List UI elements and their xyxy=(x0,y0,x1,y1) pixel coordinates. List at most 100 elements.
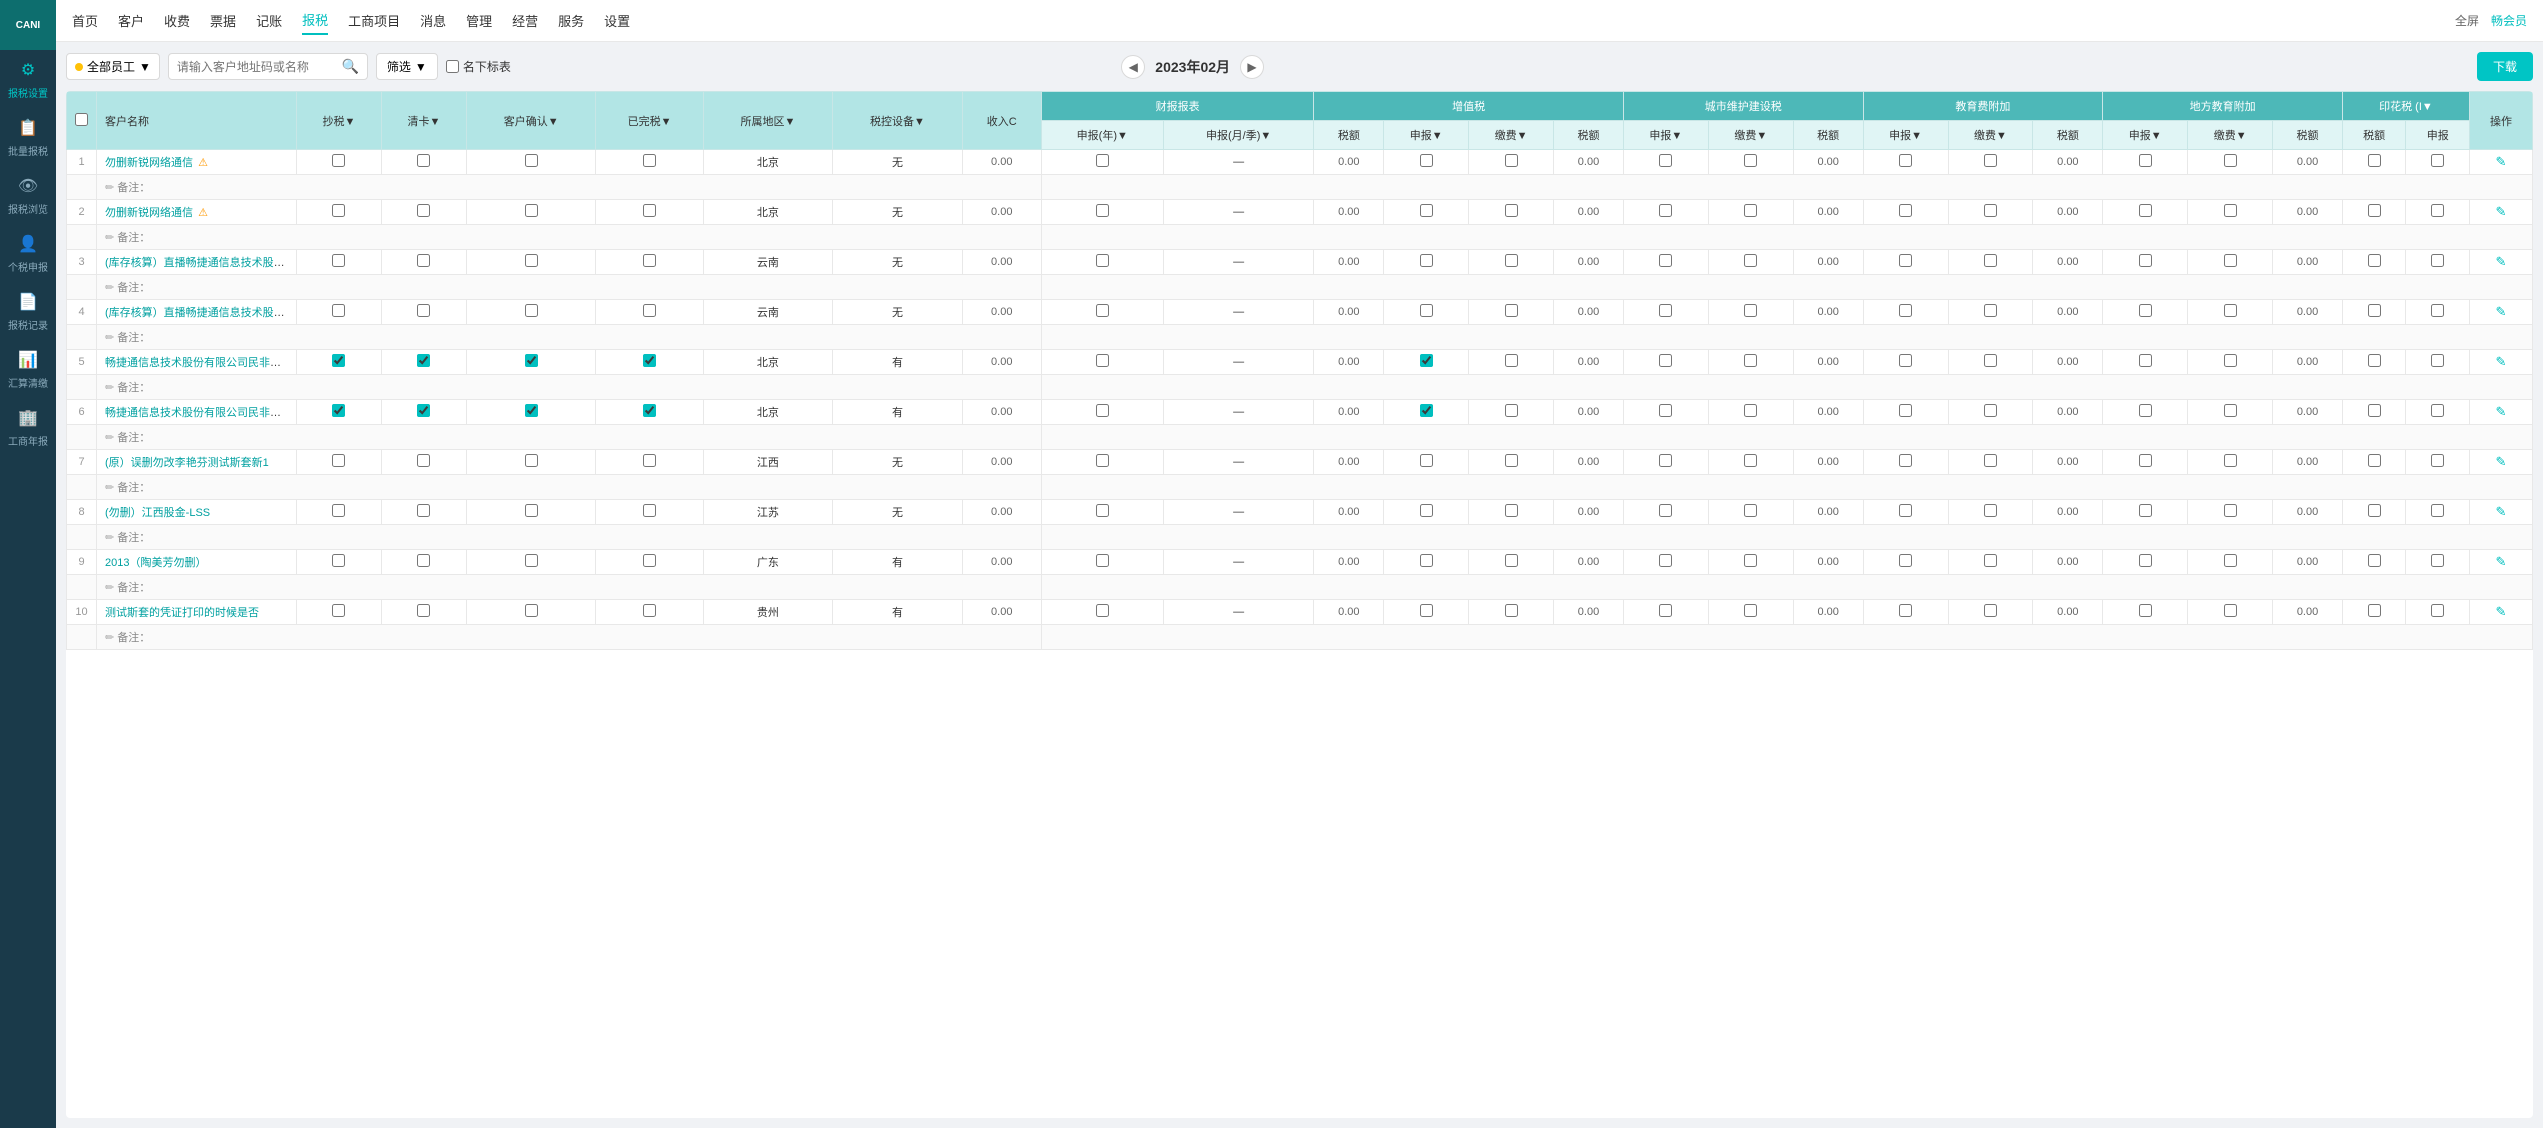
edit-icon[interactable]: ✎ xyxy=(2496,304,2507,319)
pencil-icon[interactable]: ✏ xyxy=(105,332,114,344)
edu-pay-checkbox[interactable] xyxy=(1984,404,1997,417)
vat-declare-checkbox[interactable] xyxy=(1420,604,1433,617)
city-declare-checkbox[interactable] xyxy=(1659,204,1672,217)
edit-icon[interactable]: ✎ xyxy=(2496,204,2507,219)
edu-pay-checkbox[interactable] xyxy=(1984,204,1997,217)
fullscreen-btn[interactable]: 全屏 xyxy=(2455,12,2479,29)
tax-paid-checkbox[interactable] xyxy=(643,454,656,467)
stamp-declare-checkbox[interactable] xyxy=(2368,604,2381,617)
stamp-declare-checkbox[interactable] xyxy=(2368,304,2381,317)
customer-confirm-checkbox[interactable] xyxy=(525,354,538,367)
stamp-amount-checkbox[interactable] xyxy=(2431,554,2444,567)
edu-declare-checkbox[interactable] xyxy=(1899,554,1912,567)
city-declare-checkbox[interactable] xyxy=(1659,554,1672,567)
city-pay-checkbox[interactable] xyxy=(1744,404,1757,417)
city-pay-checkbox[interactable] xyxy=(1744,354,1757,367)
local-declare-checkbox[interactable] xyxy=(2139,404,2152,417)
vat-declare-checkbox[interactable] xyxy=(1420,454,1433,467)
copy-tax-checkbox[interactable] xyxy=(332,604,345,617)
report-year-checkbox[interactable] xyxy=(1096,404,1109,417)
city-pay-checkbox[interactable] xyxy=(1744,254,1757,267)
city-declare-checkbox[interactable] xyxy=(1659,404,1672,417)
tax-paid-checkbox[interactable] xyxy=(643,354,656,367)
copy-tax-checkbox[interactable] xyxy=(332,254,345,267)
download-button[interactable]: 下载 xyxy=(2477,52,2533,81)
local-pay-checkbox[interactable] xyxy=(2224,204,2237,217)
report-year-checkbox[interactable] xyxy=(1096,254,1109,267)
local-declare-checkbox[interactable] xyxy=(2139,254,2152,267)
sidebar-item-tax-browse[interactable]: 👁 报税浏览 xyxy=(0,166,56,224)
tax-paid-checkbox[interactable] xyxy=(643,154,656,167)
local-pay-checkbox[interactable] xyxy=(2224,354,2237,367)
member-btn[interactable]: 畅会员 xyxy=(2491,12,2527,29)
stamp-declare-checkbox[interactable] xyxy=(2368,254,2381,267)
stamp-amount-checkbox[interactable] xyxy=(2431,354,2444,367)
nav-home[interactable]: 首页 xyxy=(72,7,98,34)
sidebar-item-settlement[interactable]: 📊 汇算清缴 xyxy=(0,340,56,398)
pencil-icon[interactable]: ✏ xyxy=(105,532,114,544)
nav-tax[interactable]: 报税 xyxy=(302,6,328,35)
edu-declare-checkbox[interactable] xyxy=(1899,404,1912,417)
tax-paid-checkbox[interactable] xyxy=(643,554,656,567)
city-declare-checkbox[interactable] xyxy=(1659,254,1672,267)
vat-pay-checkbox[interactable] xyxy=(1505,504,1518,517)
stamp-declare-checkbox[interactable] xyxy=(2368,554,2381,567)
tax-paid-checkbox[interactable] xyxy=(643,204,656,217)
tax-paid-checkbox[interactable] xyxy=(643,404,656,417)
vat-declare-checkbox[interactable] xyxy=(1420,304,1433,317)
local-declare-checkbox[interactable] xyxy=(2139,554,2152,567)
clear-card-checkbox[interactable] xyxy=(417,304,430,317)
edu-declare-checkbox[interactable] xyxy=(1899,604,1912,617)
edu-declare-checkbox[interactable] xyxy=(1899,304,1912,317)
city-declare-checkbox[interactable] xyxy=(1659,454,1672,467)
copy-tax-checkbox[interactable] xyxy=(332,454,345,467)
sidebar-item-batch-tax[interactable]: 📋 批量报税 xyxy=(0,108,56,166)
nav-industrial[interactable]: 工商项目 xyxy=(348,7,400,34)
local-pay-checkbox[interactable] xyxy=(2224,504,2237,517)
stamp-declare-checkbox[interactable] xyxy=(2368,404,2381,417)
stamp-amount-checkbox[interactable] xyxy=(2431,304,2444,317)
customer-confirm-checkbox[interactable] xyxy=(525,454,538,467)
local-pay-checkbox[interactable] xyxy=(2224,604,2237,617)
nav-invoices[interactable]: 票据 xyxy=(210,7,236,34)
city-declare-checkbox[interactable] xyxy=(1659,354,1672,367)
stamp-amount-checkbox[interactable] xyxy=(2431,154,2444,167)
stamp-amount-checkbox[interactable] xyxy=(2431,604,2444,617)
customer-confirm-checkbox[interactable] xyxy=(525,604,538,617)
report-year-checkbox[interactable] xyxy=(1096,554,1109,567)
vat-pay-checkbox[interactable] xyxy=(1505,404,1518,417)
local-pay-checkbox[interactable] xyxy=(2224,404,2237,417)
nav-operations[interactable]: 经营 xyxy=(512,7,538,34)
filter-button[interactable]: 筛选 ▼ xyxy=(376,53,438,80)
pencil-icon[interactable]: ✏ xyxy=(105,382,114,394)
edit-icon[interactable]: ✎ xyxy=(2496,554,2507,569)
edu-declare-checkbox[interactable] xyxy=(1899,154,1912,167)
report-year-checkbox[interactable] xyxy=(1096,354,1109,367)
clear-card-checkbox[interactable] xyxy=(417,204,430,217)
edu-pay-checkbox[interactable] xyxy=(1984,604,1997,617)
stamp-amount-checkbox[interactable] xyxy=(2431,454,2444,467)
stamp-declare-checkbox[interactable] xyxy=(2368,454,2381,467)
tax-paid-checkbox[interactable] xyxy=(643,504,656,517)
customer-confirm-checkbox[interactable] xyxy=(525,154,538,167)
vat-declare-checkbox[interactable] xyxy=(1420,154,1433,167)
clear-card-checkbox[interactable] xyxy=(417,154,430,167)
vat-declare-checkbox[interactable] xyxy=(1420,504,1433,517)
stamp-declare-checkbox[interactable] xyxy=(2368,204,2381,217)
city-pay-checkbox[interactable] xyxy=(1744,554,1757,567)
sidebar-item-personal-tax[interactable]: 👤 个税申报 xyxy=(0,224,56,282)
local-pay-checkbox[interactable] xyxy=(2224,254,2237,267)
vat-declare-checkbox[interactable] xyxy=(1420,204,1433,217)
clear-card-checkbox[interactable] xyxy=(417,554,430,567)
nav-customers[interactable]: 客户 xyxy=(118,7,144,34)
tax-paid-checkbox[interactable] xyxy=(643,604,656,617)
edu-declare-checkbox[interactable] xyxy=(1899,254,1912,267)
stamp-amount-checkbox[interactable] xyxy=(2431,254,2444,267)
pencil-icon[interactable]: ✏ xyxy=(105,432,114,444)
employee-filter[interactable]: 全部员工 ▼ xyxy=(66,53,160,80)
stamp-declare-checkbox[interactable] xyxy=(2368,504,2381,517)
city-pay-checkbox[interactable] xyxy=(1744,504,1757,517)
customer-confirm-checkbox[interactable] xyxy=(525,554,538,567)
customer-confirm-checkbox[interactable] xyxy=(525,204,538,217)
stamp-declare-checkbox[interactable] xyxy=(2368,154,2381,167)
